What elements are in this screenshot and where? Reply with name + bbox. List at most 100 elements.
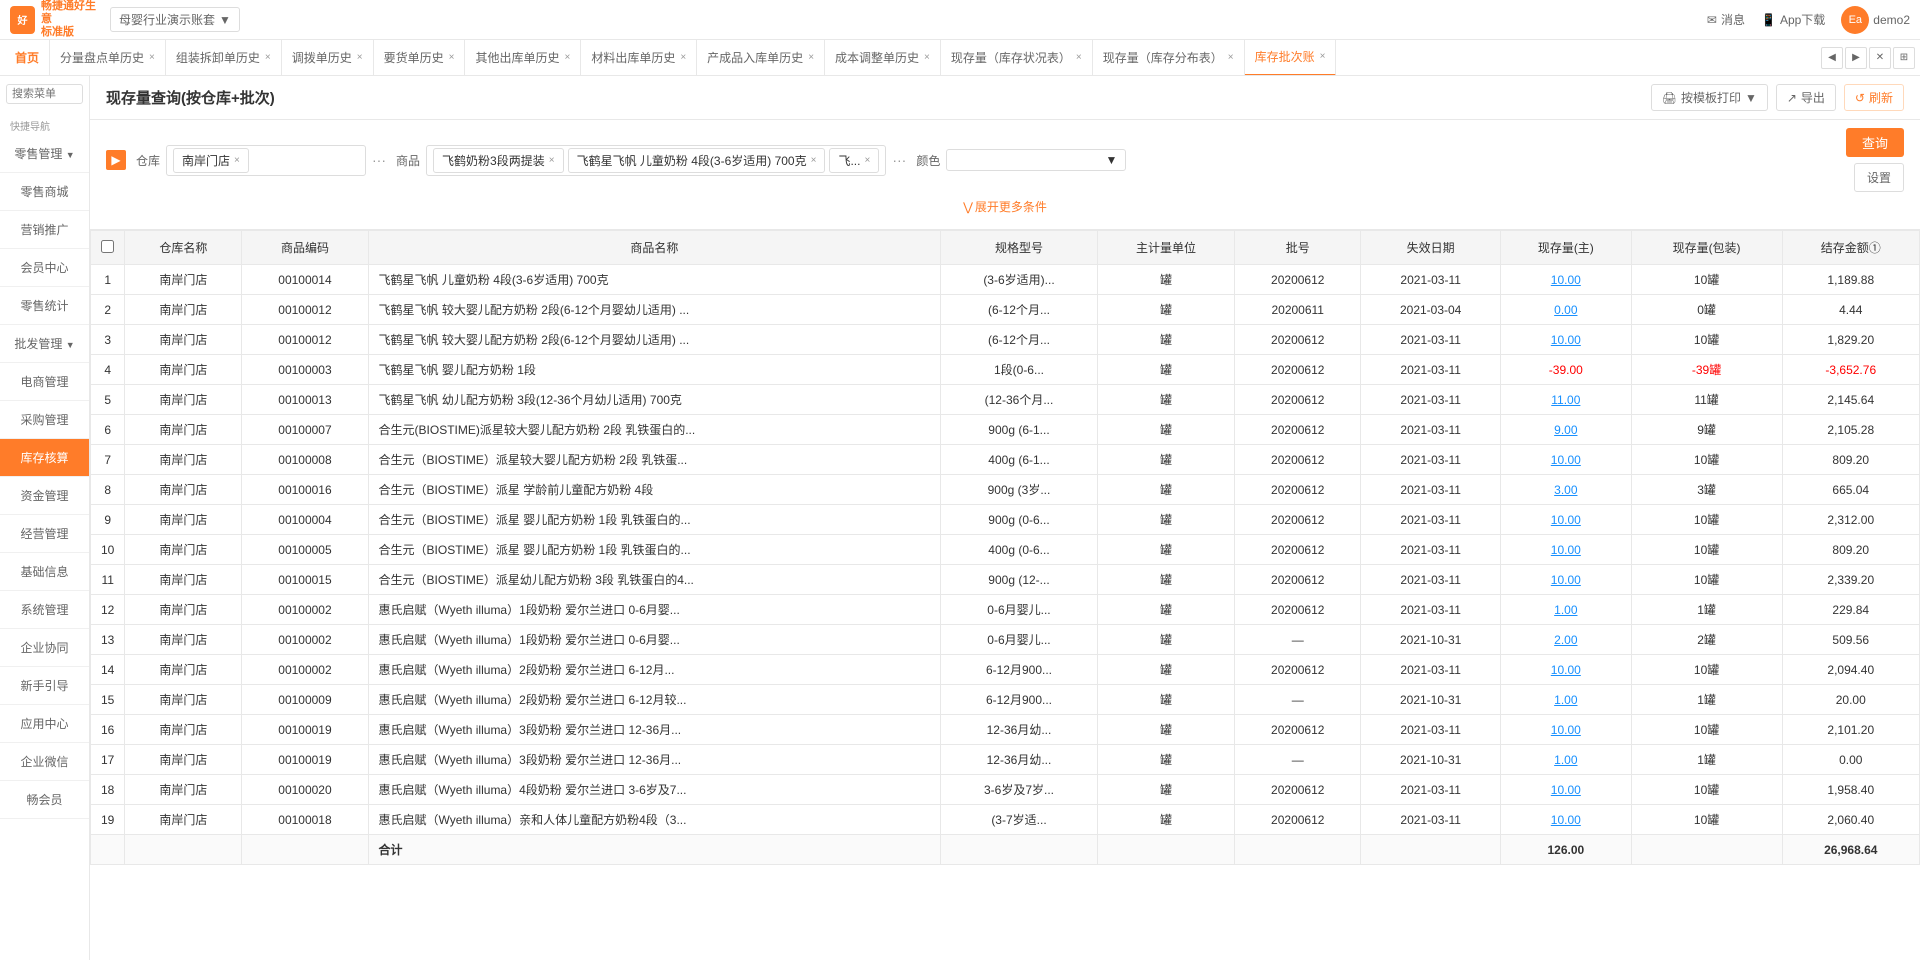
print-button[interactable]: 🖨 按模板打印 ▼ xyxy=(1651,84,1768,111)
settings-button[interactable]: 设置 xyxy=(1854,163,1904,192)
close-icon[interactable]: × xyxy=(149,52,155,63)
account-dropdown[interactable]: 母婴行业演示账套 ▼ xyxy=(110,7,240,32)
message-btn[interactable]: ✉ 消息 xyxy=(1707,11,1745,28)
warehouse-tags-wrap[interactable]: 南岸门店 × xyxy=(166,145,366,176)
close-icon[interactable]: × xyxy=(1320,51,1326,62)
goods-filter-more-dots[interactable]: ··· xyxy=(892,152,906,168)
tab-yaohuo[interactable]: 要货单历史 × xyxy=(374,40,466,76)
cell-name: 惠氏启赋（Wyeth illuma）4段奶粉 爱尔兰进口 3-6岁及7... xyxy=(368,775,941,805)
close-icon[interactable]: × xyxy=(924,52,930,63)
cell-code: 00100013 xyxy=(242,385,368,415)
cell-qty-main: 1.00 xyxy=(1501,685,1632,715)
cell-batch: 20200612 xyxy=(1235,265,1361,295)
cell-batch: 20200612 xyxy=(1235,475,1361,505)
sidebar-item-member2[interactable]: 畅会员 xyxy=(0,781,89,819)
cell-unit: 罐 xyxy=(1097,355,1234,385)
sidebar-item-members[interactable]: 会员中心 xyxy=(0,249,89,287)
sidebar-item-guide[interactable]: 新手引导 xyxy=(0,667,89,705)
tab-home[interactable]: 首页 xyxy=(5,40,50,76)
select-all-checkbox[interactable] xyxy=(101,240,114,253)
tab-chuku[interactable]: 其他出库单历史 × xyxy=(465,40,581,76)
cell-unit: 罐 xyxy=(1097,685,1234,715)
close-icon[interactable]: × xyxy=(265,52,271,63)
sidebar-item-marketing[interactable]: 营销推广 xyxy=(0,211,89,249)
close-icon[interactable]: × xyxy=(1076,52,1082,63)
nav-prev-btn[interactable]: ◀ xyxy=(1821,47,1843,69)
color-input[interactable]: ▼ xyxy=(946,149,1126,171)
tab-fenpan[interactable]: 分量盘点单历史 × xyxy=(50,40,166,76)
export-button[interactable]: ↗ 导出 xyxy=(1776,84,1836,111)
sidebar-item-wechat[interactable]: 企业微信 xyxy=(0,743,89,781)
table-row: 3 南岸门店 00100012 飞鹤星飞帆 较大婴儿配方奶粉 2段(6-12个月… xyxy=(91,325,1920,355)
top-right: ✉ 消息 📱 App下载 Ea demo2 xyxy=(1707,6,1910,34)
cell-no: 4 xyxy=(91,355,125,385)
nav-expand-btn[interactable]: ⊞ xyxy=(1893,47,1915,69)
cell-spec: 12-36月幼... xyxy=(941,715,1098,745)
table-wrap: 仓库名称 商品编码 商品名称 规格型号 主计量单位 批号 失效日期 现存量(主)… xyxy=(90,230,1920,960)
tab-xiancunzhuangtai[interactable]: 现存量（库存状况表） × xyxy=(941,40,1093,76)
filter-more-dots[interactable]: ··· xyxy=(372,152,386,168)
remove-goods-tag-2[interactable]: × xyxy=(811,155,817,166)
tab-zuzhuang[interactable]: 组装拆卸单历史 × xyxy=(166,40,282,76)
close-icon[interactable]: × xyxy=(680,52,686,63)
tab-kucunpici[interactable]: 库存批次账 × xyxy=(1245,40,1337,76)
tab-chenbenTZ[interactable]: 成本调整单历史 × xyxy=(825,40,941,76)
close-icon[interactable]: × xyxy=(564,52,570,63)
cell-spec: 6-12月900... xyxy=(941,655,1098,685)
sidebar-item-system[interactable]: 系统管理 xyxy=(0,591,89,629)
cell-batch: 20200611 xyxy=(1235,295,1361,325)
filter-expand-btn[interactable]: ▶ xyxy=(106,150,126,170)
cell-warehouse: 南岸门店 xyxy=(125,565,242,595)
nav-next-btn[interactable]: ▶ xyxy=(1845,47,1867,69)
tab-xiancunfenbu[interactable]: 现存量（库存分布表） × xyxy=(1093,40,1245,76)
cell-expire: 2021-03-11 xyxy=(1361,505,1501,535)
sidebar-item-mall[interactable]: 零售商城 xyxy=(0,173,89,211)
tab-cailiaochu[interactable]: 材料出库单历史 × xyxy=(581,40,697,76)
sidebar-item-finance[interactable]: 资金管理 xyxy=(0,477,89,515)
cell-qty-pkg: 1罐 xyxy=(1631,745,1782,775)
cell-no: 8 xyxy=(91,475,125,505)
sidebar-item-ecom[interactable]: 电商管理 xyxy=(0,363,89,401)
sidebar-item-stats[interactable]: 零售统计 xyxy=(0,287,89,325)
cell-qty-main: 3.00 xyxy=(1501,475,1632,505)
search-button[interactable]: 查询 xyxy=(1846,128,1904,157)
close-icon[interactable]: × xyxy=(449,52,455,63)
sidebar-item-base[interactable]: 基础信息 xyxy=(0,553,89,591)
expand-more-btn[interactable]: ⋁ 展开更多条件 xyxy=(963,198,1047,215)
close-icon[interactable]: × xyxy=(357,52,363,63)
toggle-row: ⋁ 展开更多条件 xyxy=(106,192,1904,221)
close-icon[interactable]: × xyxy=(1228,52,1234,63)
sidebar-item-wholesale[interactable]: 批发管理 ▼ xyxy=(0,325,89,363)
sidebar-item-purchase[interactable]: 采购管理 xyxy=(0,401,89,439)
filter-row: ▶ 仓库 南岸门店 × ··· 商品 xyxy=(106,128,1904,192)
tab-chengpinruku[interactable]: 产成品入库单历史 × xyxy=(697,40,825,76)
nav-close-btn[interactable]: ✕ xyxy=(1869,47,1891,69)
cell-qty-main: 9.00 xyxy=(1501,415,1632,445)
cell-no: 7 xyxy=(91,445,125,475)
sidebar-search-input[interactable] xyxy=(6,84,83,104)
remove-warehouse-tag[interactable]: × xyxy=(234,155,240,166)
cell-unit: 罐 xyxy=(1097,325,1234,355)
sidebar-item-collab[interactable]: 企业协同 xyxy=(0,629,89,667)
table-row: 7 南岸门店 00100008 合生元（BIOSTIME）派星较大婴儿配方奶粉 … xyxy=(91,445,1920,475)
cell-no: 3 xyxy=(91,325,125,355)
cell-batch: 20200612 xyxy=(1235,595,1361,625)
sidebar-item-appstore[interactable]: 应用中心 xyxy=(0,705,89,743)
cell-name: 飞鹤星飞帆 较大婴儿配方奶粉 2段(6-12个月婴幼儿适用) ... xyxy=(368,295,941,325)
user-avatar[interactable]: Ea demo2 xyxy=(1841,6,1910,34)
close-icon[interactable]: × xyxy=(808,52,814,63)
sidebar-item-ops[interactable]: 经营管理 xyxy=(0,515,89,553)
tab-diaopo[interactable]: 调拨单历史 × xyxy=(282,40,374,76)
remove-goods-tag-3[interactable]: × xyxy=(864,155,870,166)
sidebar-item-inventory[interactable]: 库存核算 xyxy=(0,439,89,477)
remove-goods-tag-1[interactable]: × xyxy=(549,155,555,166)
refresh-button[interactable]: ↺ 刷新 xyxy=(1844,84,1904,111)
printer-icon: 🖨 xyxy=(1662,91,1677,105)
sidebar-item-retail[interactable]: 零售管理 ▼ xyxy=(0,135,89,173)
goods-tag-3: 飞... × xyxy=(829,148,879,173)
cell-unit: 罐 xyxy=(1097,295,1234,325)
cell-qty-main: 1.00 xyxy=(1501,745,1632,775)
goods-tags-wrap[interactable]: 飞鹤奶粉3段两提装 × 飞鹤星飞帆 儿童奶粉 4段(3-6岁适用) 700克 ×… xyxy=(426,145,886,176)
cell-expire: 2021-03-11 xyxy=(1361,355,1501,385)
app-download-btn[interactable]: 📱 App下载 xyxy=(1761,11,1825,28)
